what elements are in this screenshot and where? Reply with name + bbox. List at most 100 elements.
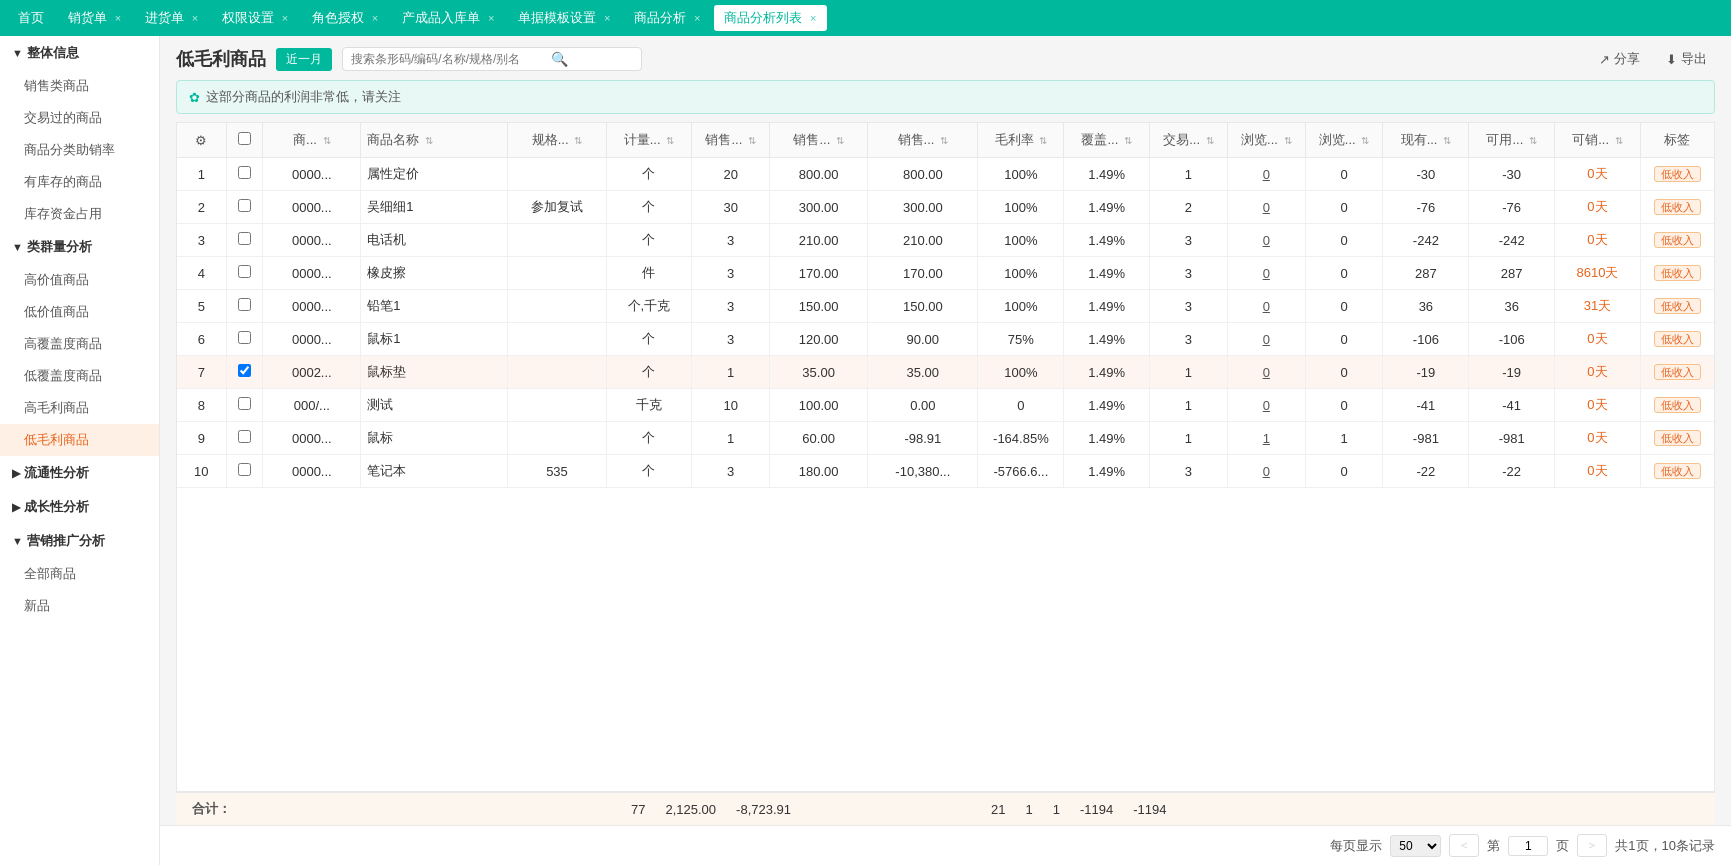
nav-product-analysis[interactable]: 商品分析 × [624, 5, 710, 31]
nav-templates-close[interactable]: × [604, 12, 610, 24]
sort-qty-icon[interactable]: ⇅ [748, 135, 756, 146]
th-sales-price[interactable]: 销售... ⇅ [770, 123, 868, 158]
row-view1[interactable]: 0 [1227, 323, 1305, 356]
view1-link[interactable]: 0 [1263, 299, 1270, 314]
sort-avail-icon[interactable]: ⇅ [1529, 135, 1537, 146]
sort-view2-icon[interactable]: ⇅ [1361, 135, 1369, 146]
row-checkbox[interactable] [226, 290, 263, 323]
sort-price-icon[interactable]: ⇅ [836, 135, 844, 146]
search-icon[interactable]: 🔍 [551, 51, 568, 67]
sidebar-group-cluster[interactable]: ▼ 类群量分析 [0, 230, 159, 264]
th-view1[interactable]: 浏览... ⇅ [1227, 123, 1305, 158]
row-checkbox[interactable] [226, 455, 263, 488]
th-code[interactable]: 商... ⇅ [263, 123, 361, 158]
view1-link[interactable]: 0 [1263, 167, 1270, 182]
search-input[interactable] [351, 52, 551, 66]
view1-link[interactable]: 0 [1263, 365, 1270, 380]
view1-link[interactable]: 0 [1263, 332, 1270, 347]
nav-analysis-list[interactable]: 商品分析列表 × [714, 5, 826, 31]
select-all-checkbox[interactable] [238, 132, 251, 145]
next-page-button[interactable]: ＞ [1577, 834, 1607, 857]
sidebar-item-sales-products[interactable]: 销售类商品 [0, 70, 159, 102]
sort-trade-icon[interactable]: ⇅ [1206, 135, 1214, 146]
sort-spec-icon[interactable]: ⇅ [574, 135, 582, 146]
th-settings[interactable]: ⚙ [177, 123, 226, 158]
view1-link[interactable]: 0 [1263, 266, 1270, 281]
sidebar-item-low-value[interactable]: 低价值商品 [0, 296, 159, 328]
th-gross-margin[interactable]: 毛利率 ⇅ [978, 123, 1064, 158]
sidebar-item-low-margin[interactable]: 低毛利商品 [0, 424, 159, 456]
th-stock[interactable]: 现有... ⇅ [1383, 123, 1469, 158]
row-view1[interactable]: 0 [1227, 257, 1305, 290]
th-name[interactable]: 商品名称 ⇅ [361, 123, 508, 158]
prev-page-button[interactable]: ＜ [1449, 834, 1479, 857]
sidebar-item-all-products[interactable]: 全部商品 [0, 558, 159, 590]
nav-purchase[interactable]: 进货单 × [135, 5, 208, 31]
row-view1[interactable]: 0 [1227, 224, 1305, 257]
row-checkbox[interactable] [226, 158, 263, 191]
row-view1[interactable]: 0 [1227, 356, 1305, 389]
sidebar-item-low-coverage[interactable]: 低覆盖度商品 [0, 360, 159, 392]
nav-templates[interactable]: 单据模板设置 × [508, 5, 620, 31]
sort-unit-icon[interactable]: ⇅ [666, 135, 674, 146]
nav-roles[interactable]: 角色授权 × [302, 5, 388, 31]
nav-production[interactable]: 产成品入库单 × [392, 5, 504, 31]
th-tag[interactable]: 标签 [1640, 123, 1714, 158]
settings-icon[interactable]: ⚙ [195, 133, 207, 148]
th-unit[interactable]: 计量... ⇅ [606, 123, 692, 158]
share-button[interactable]: ↗ 分享 [1591, 46, 1648, 72]
sidebar-group-growth[interactable]: ▶ 成长性分析 [0, 490, 159, 524]
row-checkbox[interactable] [226, 224, 263, 257]
sidebar-group-marketing[interactable]: ▼ 营销推广分析 [0, 524, 159, 558]
th-coverage[interactable]: 覆盖... ⇅ [1064, 123, 1150, 158]
nav-analysis-close[interactable]: × [694, 12, 700, 24]
sidebar-item-high-value[interactable]: 高价值商品 [0, 264, 159, 296]
th-sales-amt[interactable]: 销售... ⇅ [868, 123, 978, 158]
row-checkbox[interactable] [226, 356, 263, 389]
sort-code-icon[interactable]: ⇅ [323, 135, 331, 146]
nav-sales-close[interactable]: × [115, 12, 121, 24]
view1-link[interactable]: 0 [1263, 398, 1270, 413]
view1-link[interactable]: 0 [1263, 233, 1270, 248]
nav-roles-close[interactable]: × [372, 12, 378, 24]
th-spec[interactable]: 规格... ⇅ [508, 123, 606, 158]
sort-stock-icon[interactable]: ⇅ [1443, 135, 1451, 146]
row-view1[interactable]: 0 [1227, 290, 1305, 323]
sort-view1-icon[interactable]: ⇅ [1284, 135, 1292, 146]
row-checkbox[interactable] [226, 323, 263, 356]
row-checkbox[interactable] [226, 257, 263, 290]
sidebar-item-high-margin[interactable]: 高毛利商品 [0, 392, 159, 424]
nav-analysis-list-close[interactable]: × [810, 12, 816, 24]
row-checkbox[interactable] [226, 422, 263, 455]
view1-link[interactable]: 0 [1263, 200, 1270, 215]
nav-sales[interactable]: 销货单 × [58, 5, 131, 31]
sidebar-item-capital[interactable]: 库存资金占用 [0, 198, 159, 230]
sort-gross-icon[interactable]: ⇅ [1039, 135, 1047, 146]
nav-permissions-close[interactable]: × [282, 12, 288, 24]
row-checkbox[interactable] [226, 389, 263, 422]
export-button[interactable]: ⬇ 导出 [1658, 46, 1715, 72]
row-checkbox[interactable] [226, 191, 263, 224]
row-view1[interactable]: 1 [1227, 422, 1305, 455]
th-checkbox[interactable] [226, 123, 263, 158]
nav-permissions[interactable]: 权限设置 × [212, 5, 298, 31]
row-view1[interactable]: 0 [1227, 389, 1305, 422]
sidebar-item-new-products[interactable]: 新品 [0, 590, 159, 622]
sidebar-item-high-coverage[interactable]: 高覆盖度商品 [0, 328, 159, 360]
row-view1[interactable]: 0 [1227, 455, 1305, 488]
sidebar-group-overall[interactable]: ▼ 整体信息 [0, 36, 159, 70]
sort-name-icon[interactable]: ⇅ [425, 135, 433, 146]
sort-coverage-icon[interactable]: ⇅ [1124, 135, 1132, 146]
sidebar-item-in-stock[interactable]: 有库存的商品 [0, 166, 159, 198]
time-filter-button[interactable]: 近一月 [276, 48, 332, 71]
per-page-select[interactable]: 50 20 100 [1390, 835, 1441, 857]
page-number-input[interactable] [1508, 836, 1548, 856]
view1-link[interactable]: 1 [1263, 431, 1270, 446]
row-view1[interactable]: 0 [1227, 191, 1305, 224]
nav-production-close[interactable]: × [488, 12, 494, 24]
th-trade[interactable]: 交易... ⇅ [1150, 123, 1228, 158]
nav-purchase-close[interactable]: × [192, 12, 198, 24]
nav-home[interactable]: 首页 [8, 5, 54, 31]
th-sellable[interactable]: 可销... ⇅ [1555, 123, 1641, 158]
sort-amt-icon[interactable]: ⇅ [940, 135, 948, 146]
